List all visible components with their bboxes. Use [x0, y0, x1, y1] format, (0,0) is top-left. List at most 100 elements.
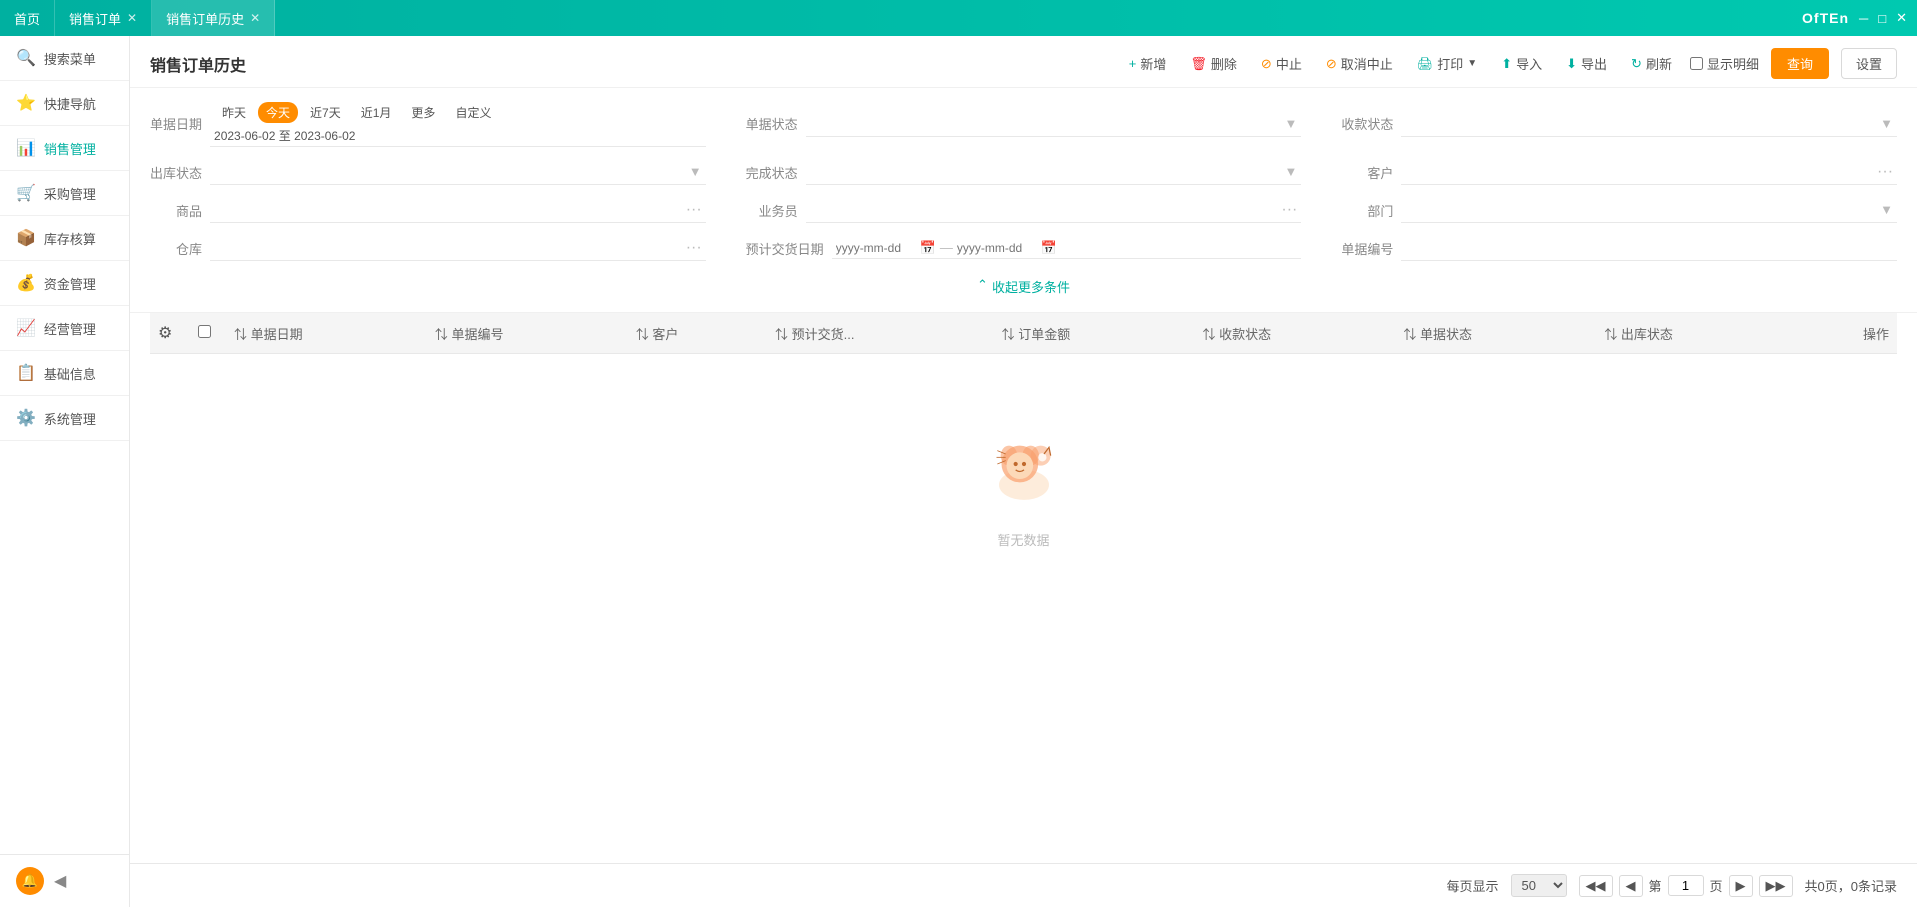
date-tab-more[interactable]: 更多	[403, 102, 443, 123]
date-tab-7days[interactable]: 近7天	[302, 102, 349, 123]
sidebar-item-base-info[interactable]: 📋 基础信息	[0, 351, 129, 396]
sidebar-item-search-menu[interactable]: 🔍 搜索菜单	[0, 36, 129, 81]
goods-control[interactable]: ···	[210, 197, 706, 223]
brand-text: OfTEn	[1802, 10, 1849, 26]
th-out-status-label: ⇅ 出库状态	[1604, 327, 1673, 342]
page-label: 第	[1649, 876, 1662, 895]
customer-control[interactable]: ···	[1401, 159, 1897, 185]
display-detail-checkbox[interactable]	[1690, 57, 1703, 70]
th-payment-status-label: ⇅ 收款状态	[1203, 327, 1272, 342]
settings-button[interactable]: 设置	[1841, 48, 1897, 79]
filter-goods: 商品 ···	[150, 197, 706, 223]
dept-control[interactable]: ▼	[1401, 197, 1897, 223]
th-expected-delivery-label: ⇅ 预计交货...	[775, 327, 854, 342]
tab-home-label: 首页	[14, 9, 40, 28]
per-page-label: 每页显示	[1446, 876, 1498, 895]
filter-dept: 部门 ▼	[1341, 197, 1897, 223]
last-page-button[interactable]: ▶▶	[1759, 875, 1793, 897]
empty-state: 暂无数据	[150, 354, 1897, 609]
refresh-icon: ↻	[1631, 56, 1642, 72]
new-button[interactable]: + 新增	[1123, 50, 1173, 77]
warehouse-control[interactable]: ···	[210, 235, 706, 261]
goods-label: 商品	[150, 201, 210, 220]
first-page-button[interactable]: ◀◀	[1579, 875, 1613, 897]
print-dropdown-icon: ▼	[1467, 58, 1477, 69]
filter-row-1: 单据日期 昨天 今天 近7天 近1月 更多 自定义 2023-06-02 至 2…	[150, 100, 1897, 147]
complete-status-label: 完成状态	[746, 163, 806, 182]
date-tab-yesterday[interactable]: 昨天	[214, 102, 254, 123]
out-status-control[interactable]: ▼	[210, 159, 706, 185]
footer: 每页显示 50 10 20 100 ◀◀ ◀ 第 1 页 ▶ ▶▶ 共0页，0条…	[130, 863, 1917, 907]
purchase-mgmt-icon: 🛒	[16, 183, 36, 203]
export-button[interactable]: ⬇ 导出	[1560, 50, 1613, 77]
select-all-checkbox[interactable]	[198, 325, 211, 338]
import-button[interactable]: ⬆ 导入	[1495, 50, 1548, 77]
topbar-maximize[interactable]: □	[1878, 11, 1886, 26]
sidebar-item-sys-mgmt-label: 系统管理	[44, 409, 96, 428]
tab-sales-order-close[interactable]: ✕	[127, 11, 137, 25]
th-order-status-label: ⇅ 单据状态	[1403, 327, 1472, 342]
date-label: 单据日期	[150, 114, 210, 133]
tab-sales-order-label: 销售订单	[69, 9, 121, 28]
calendar-from-icon[interactable]: 📅	[920, 240, 936, 256]
sidebar-item-inventory-settle[interactable]: 📦 库存核算	[0, 216, 129, 261]
complete-status-control[interactable]: ▼	[806, 159, 1302, 185]
import-icon: ⬆	[1501, 56, 1512, 72]
search-menu-icon: 🔍	[16, 48, 36, 68]
sidebar-item-sys-mgmt[interactable]: ⚙️ 系统管理	[0, 396, 129, 441]
order-status-control[interactable]: ▼	[806, 111, 1302, 137]
filter-salesperson: 业务员 ···	[746, 197, 1302, 223]
out-status-label: 出库状态	[150, 163, 210, 182]
filter-payment-status: 收款状态 ▼	[1341, 111, 1897, 137]
topbar-close[interactable]: ✕	[1896, 10, 1907, 26]
empty-icon	[974, 414, 1074, 514]
tab-home[interactable]: 首页	[0, 0, 55, 36]
page-input[interactable]: 1	[1668, 875, 1704, 896]
cancel-stop-icon: ⊘	[1326, 56, 1337, 72]
topbar-minimize[interactable]: ─	[1859, 11, 1868, 26]
print-button[interactable]: 🖨 打印 ▼	[1411, 50, 1483, 77]
tab-sales-order-history[interactable]: 销售订单历史 ✕	[152, 0, 275, 36]
date-tab-today[interactable]: 今天	[258, 102, 298, 123]
refresh-button[interactable]: ↻ 刷新	[1625, 50, 1678, 77]
payment-status-control[interactable]: ▼	[1401, 111, 1897, 137]
next-page-button[interactable]: ▶	[1729, 875, 1753, 897]
th-out-status: ⇅ 出库状态	[1596, 313, 1797, 354]
th-action: 操作	[1797, 313, 1897, 354]
sidebar-item-search-menu-label: 搜索菜单	[44, 49, 96, 68]
sidebar-collapse-icon[interactable]: ◀	[54, 871, 66, 891]
th-settings: ⚙	[150, 313, 190, 354]
sidebar-item-quick-nav[interactable]: ⭐ 快捷导航	[0, 81, 129, 126]
tab-sales-order-history-close[interactable]: ✕	[250, 11, 260, 25]
date-tab-1month[interactable]: 近1月	[353, 102, 400, 123]
sidebar-item-sales-mgmt[interactable]: 📊 销售管理	[0, 126, 129, 171]
date-separator: —	[940, 240, 953, 255]
prev-page-button[interactable]: ◀	[1619, 875, 1643, 897]
delete-button[interactable]: 🗑 删除	[1184, 50, 1243, 77]
cancel-stop-button[interactable]: ⊘ 取消中止	[1320, 50, 1399, 77]
sys-mgmt-icon: ⚙️	[16, 408, 36, 428]
stop-button[interactable]: ⊘ 中止	[1255, 50, 1308, 77]
filter-customer: 客户 ···	[1341, 159, 1897, 185]
calendar-to-icon[interactable]: 📅	[1041, 240, 1057, 256]
per-page-select[interactable]: 50 10 20 100	[1511, 874, 1567, 897]
collapse-row[interactable]: ⌃ 收起更多条件	[150, 273, 1897, 300]
sidebar-item-purchase-mgmt[interactable]: 🛒 采购管理	[0, 171, 129, 216]
sidebar-notification-icon[interactable]: 🔔	[16, 867, 44, 895]
empty-text: 暂无数据	[997, 530, 1049, 549]
filter-order-no: 单据编号	[1341, 235, 1897, 261]
date-from-input[interactable]	[836, 241, 916, 255]
salesperson-control[interactable]: ···	[806, 197, 1302, 223]
stop-icon: ⊘	[1261, 56, 1272, 72]
order-no-control[interactable]	[1401, 235, 1897, 261]
tab-sales-order[interactable]: 销售订单 ✕	[55, 0, 152, 36]
date-to-input[interactable]	[957, 241, 1037, 255]
table-area: ⚙ ⇅ 单据日期 ⇅ 单据编号 ⇅ 客户	[130, 313, 1917, 863]
sidebar-item-ops-mgmt[interactable]: 📈 经营管理	[0, 306, 129, 351]
query-button[interactable]: 查询	[1771, 48, 1829, 79]
table-settings-icon[interactable]: ⚙	[158, 325, 172, 342]
sidebar-item-funds-mgmt[interactable]: 💰 资金管理	[0, 261, 129, 306]
expected-delivery-label: 预计交货日期	[746, 239, 832, 258]
date-tab-custom[interactable]: 自定义	[447, 102, 499, 123]
order-status-label: 单据状态	[746, 114, 806, 133]
